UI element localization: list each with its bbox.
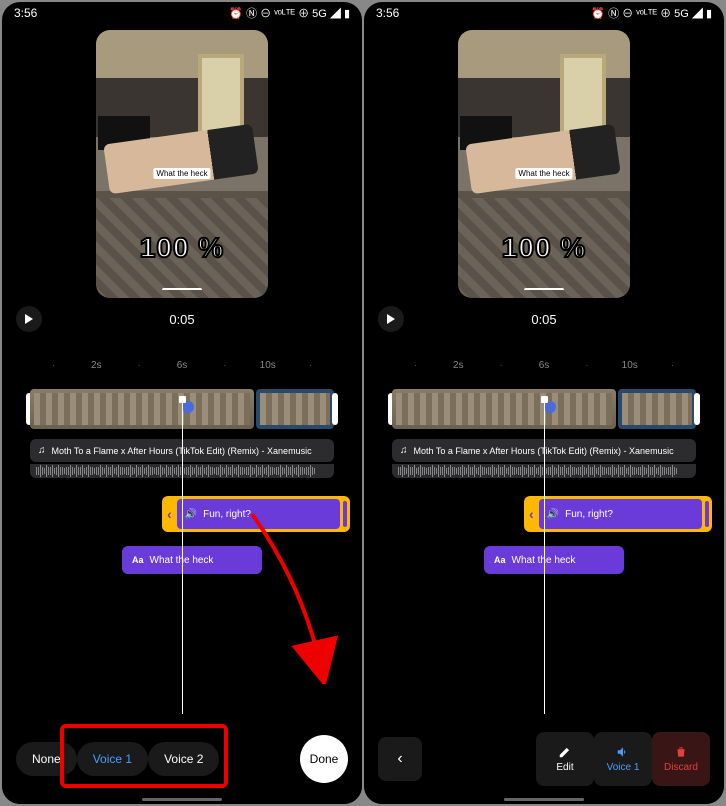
edit-button[interactable]: Edit <box>536 732 594 786</box>
overlay-caption: What the heck <box>515 168 572 179</box>
text-icon: Aa <box>494 555 506 565</box>
voice-clip[interactable]: ‹ 🔊 Fun, right? <box>524 496 712 532</box>
video-thumbnail[interactable]: What the heck 100 % <box>458 30 630 298</box>
overlay-percent: 100 % <box>140 232 224 264</box>
bottom-toolbar: ‹ Edit Voice 1 Discard <box>364 714 724 804</box>
time-ruler: · 2s · 6s · 10s · <box>374 360 714 371</box>
clock: 3:56 <box>376 6 399 20</box>
voice-clip[interactable]: ‹ 🔊 Fun, right? <box>162 496 350 532</box>
back-button[interactable]: ‹ <box>378 737 422 781</box>
none-button[interactable]: None <box>16 742 77 776</box>
overlay-percent: 100 % <box>502 232 586 264</box>
pencil-icon <box>558 745 572 759</box>
video-clip-2[interactable] <box>618 389 696 429</box>
status-icons: ⏰ Ⓝ ⊖ ᵛᵒᴸᵀᴱ ⊕ 5G ◢ ▮ <box>229 5 350 21</box>
trash-icon <box>674 745 688 759</box>
text-clip[interactable]: Aa What the heck <box>484 546 624 574</box>
swipe-handle <box>162 288 202 292</box>
done-button[interactable]: Done <box>300 735 348 783</box>
video-clip-2[interactable] <box>256 389 334 429</box>
chevron-left-icon: ‹ <box>397 750 402 768</box>
status-bar: 3:56 ⏰ Ⓝ ⊖ ᵛᵒᴸᵀᴱ ⊕ 5G ◢ ▮ <box>364 2 724 24</box>
status-icons: ⏰ Ⓝ ⊖ ᵛᵒᴸᵀᴱ ⊕ 5G ◢ ▮ <box>591 5 712 21</box>
time-ruler: · 2s · 6s · 10s · <box>12 360 352 371</box>
playhead[interactable] <box>182 400 183 714</box>
music-icon: ♫ <box>38 445 46 456</box>
video-clip-1[interactable] <box>30 389 254 429</box>
voice1-button[interactable]: Voice 1 <box>594 732 652 786</box>
speaker-icon: 🔊 <box>547 509 559 520</box>
speaker-icon <box>616 745 630 759</box>
video-thumbnail[interactable]: What the heck 100 % <box>96 30 268 298</box>
bottom-toolbar: None Voice 1 Voice 2 Done <box>2 714 362 804</box>
play-icon <box>386 314 396 324</box>
discard-button[interactable]: Discard <box>652 732 710 786</box>
status-bar: 3:56 ⏰ Ⓝ ⊖ ᵛᵒᴸᵀᴱ ⊕ 5G ◢ ▮ <box>2 2 362 24</box>
voice2-button[interactable]: Voice 2 <box>148 742 219 776</box>
music-icon: ♫ <box>400 445 408 456</box>
chevron-left-icon[interactable]: ‹ <box>527 506 536 522</box>
play-icon <box>24 314 34 324</box>
video-clip-1[interactable] <box>392 389 616 429</box>
voice-clip-label: Fun, right? <box>565 509 613 520</box>
play-button[interactable] <box>16 306 42 332</box>
voice-clip-label: Fun, right? <box>203 509 251 520</box>
clip-end-handle[interactable] <box>332 393 338 425</box>
text-clip[interactable]: Aa What the heck <box>122 546 262 574</box>
timestamp: 0:05 <box>42 312 322 327</box>
door-graphic <box>198 54 244 136</box>
clock: 3:56 <box>14 6 37 20</box>
screen-edit-options: 3:56 ⏰ Ⓝ ⊖ ᵛᵒᴸᵀᴱ ⊕ 5G ◢ ▮ What the heck … <box>364 2 724 804</box>
screen-voice-select: 3:56 ⏰ Ⓝ ⊖ ᵛᵒᴸᵀᴱ ⊕ 5G ◢ ▮ What the heck … <box>2 2 362 804</box>
overlay-caption: What the heck <box>153 168 210 179</box>
timestamp: 0:05 <box>404 312 684 327</box>
play-button[interactable] <box>378 306 404 332</box>
speaker-icon: 🔊 <box>185 509 197 520</box>
video-preview: What the heck 100 % 0:05 <box>364 24 724 344</box>
voice-clip-handle[interactable] <box>705 501 709 527</box>
video-preview: What the heck 100 % 0:05 <box>2 24 362 344</box>
door-graphic <box>560 54 606 136</box>
home-indicator <box>504 798 584 801</box>
swipe-handle <box>524 288 564 292</box>
voice1-button[interactable]: Voice 1 <box>77 742 148 776</box>
clip-end-handle[interactable] <box>694 393 700 425</box>
timeline-editor[interactable]: · 2s · 6s · 10s · ♫ Moth To a Flame x Af… <box>2 344 362 804</box>
chevron-left-icon[interactable]: ‹ <box>165 506 174 522</box>
voice-clip-handle[interactable] <box>343 501 347 527</box>
timeline-editor[interactable]: · 2s · 6s · 10s · ♫ Moth To a Flame x Af… <box>364 344 724 804</box>
home-indicator <box>142 798 222 801</box>
playhead[interactable] <box>544 400 545 714</box>
text-icon: Aa <box>132 555 144 565</box>
